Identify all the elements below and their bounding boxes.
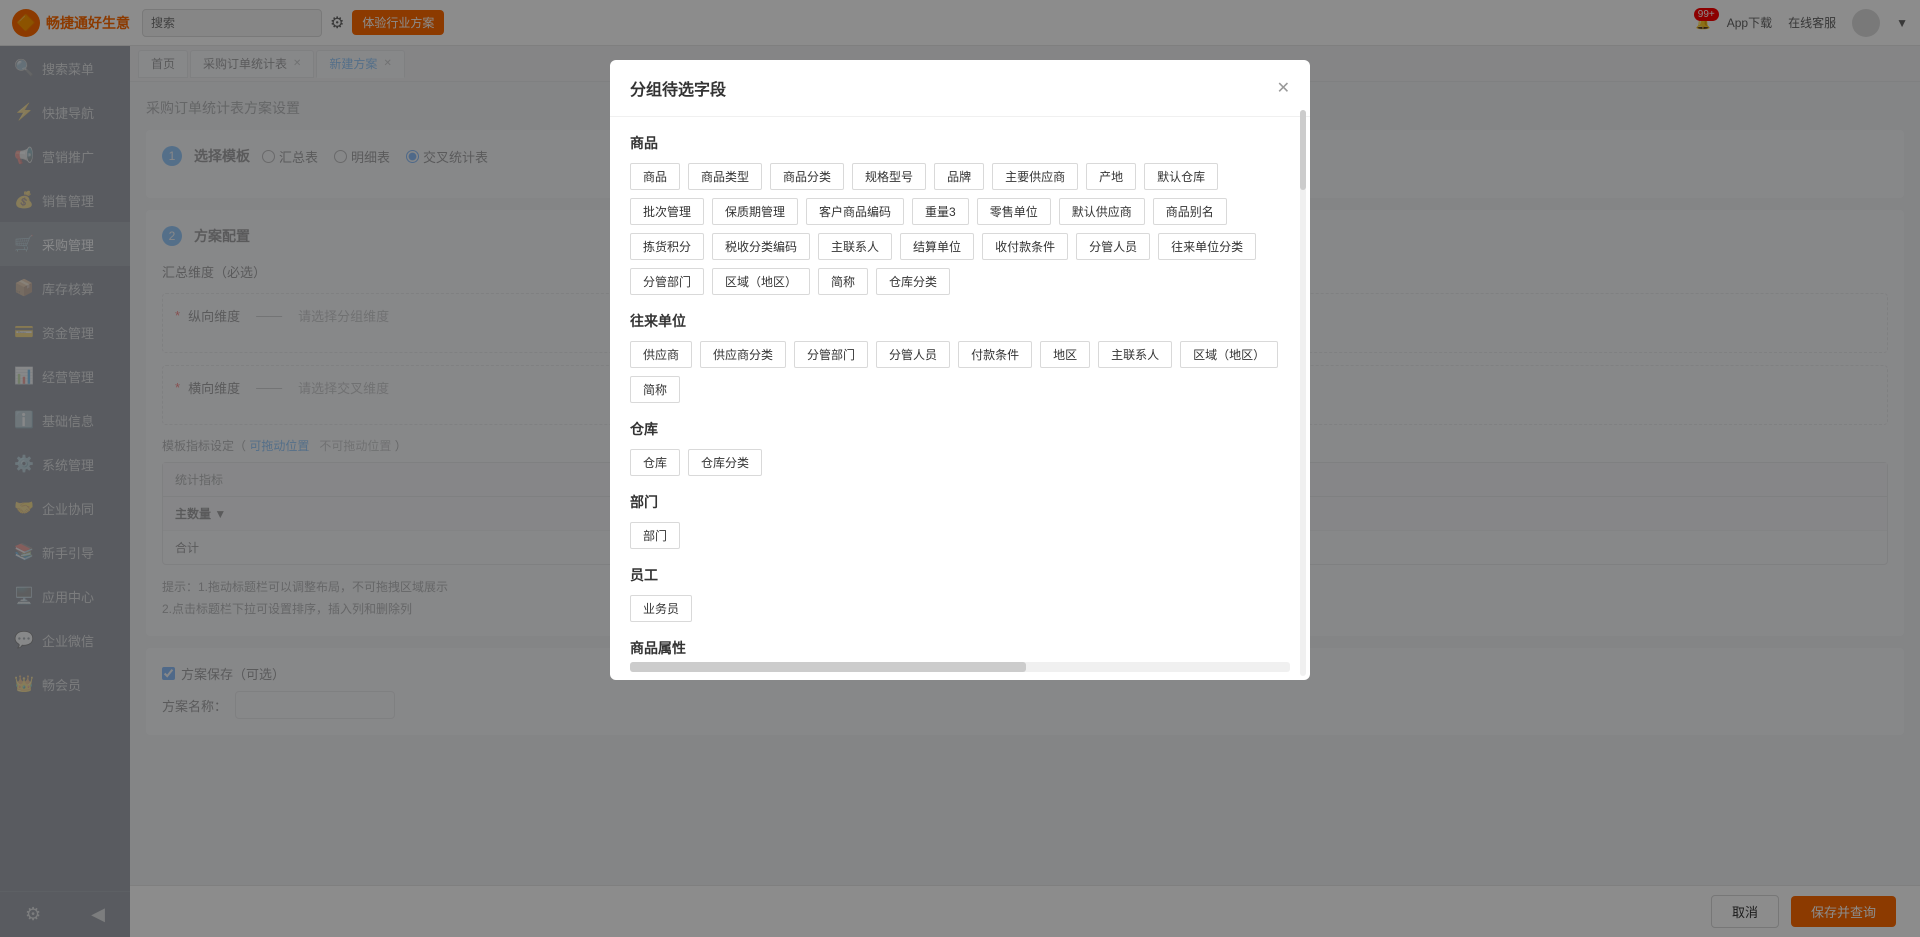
tag-chip-4-0[interactable]: 业务员	[630, 595, 692, 622]
tag-chip-0-25[interactable]: 仓库分类	[876, 268, 950, 295]
tag-chip-0-9[interactable]: 保质期管理	[712, 198, 798, 225]
tag-chip-3-0[interactable]: 部门	[630, 522, 680, 549]
tag-chip-1-3[interactable]: 分管人员	[876, 341, 950, 368]
tag-chip-1-1[interactable]: 供应商分类	[700, 341, 786, 368]
tag-chip-1-7[interactable]: 区域（地区）	[1180, 341, 1278, 368]
section-tags-4: 业务员	[630, 595, 1290, 622]
modal-body: 商品商品商品类型商品分类规格型号品牌主要供应商产地默认仓库批次管理保质期管理客户…	[610, 117, 1310, 662]
tag-chip-0-21[interactable]: 往来单位分类	[1158, 233, 1256, 260]
tag-chip-0-6[interactable]: 产地	[1086, 163, 1136, 190]
tag-chip-0-17[interactable]: 主联系人	[818, 233, 892, 260]
modal-vertical-scrollbar[interactable]	[1300, 110, 1306, 676]
tag-chip-0-5[interactable]: 主要供应商	[992, 163, 1078, 190]
tag-chip-0-3[interactable]: 规格型号	[852, 163, 926, 190]
section-title-3: 部门	[630, 492, 1290, 512]
tag-chip-0-18[interactable]: 结算单位	[900, 233, 974, 260]
modal-vscroll-thumb	[1300, 110, 1306, 190]
tag-chip-0-2[interactable]: 商品分类	[770, 163, 844, 190]
tag-chip-0-24[interactable]: 简称	[818, 268, 868, 295]
tag-chip-1-6[interactable]: 主联系人	[1098, 341, 1172, 368]
modal-overlay: 分组待选字段 ✕ 商品商品商品类型商品分类规格型号品牌主要供应商产地默认仓库批次…	[0, 0, 1920, 937]
tag-chip-0-8[interactable]: 批次管理	[630, 198, 704, 225]
tag-chip-2-1[interactable]: 仓库分类	[688, 449, 762, 476]
section-title-1: 往来单位	[630, 311, 1290, 331]
tag-chip-0-15[interactable]: 拣货积分	[630, 233, 704, 260]
modal-dialog: 分组待选字段 ✕ 商品商品商品类型商品分类规格型号品牌主要供应商产地默认仓库批次…	[610, 60, 1310, 680]
section-title-4: 员工	[630, 565, 1290, 585]
tag-chip-0-19[interactable]: 收付款条件	[982, 233, 1068, 260]
tag-chip-0-20[interactable]: 分管人员	[1076, 233, 1150, 260]
tag-chip-1-2[interactable]: 分管部门	[794, 341, 868, 368]
tag-chip-0-14[interactable]: 商品别名	[1153, 198, 1227, 225]
tag-chip-1-4[interactable]: 付款条件	[958, 341, 1032, 368]
modal-close-button[interactable]: ✕	[1277, 78, 1290, 98]
tag-chip-0-10[interactable]: 客户商品编码	[806, 198, 904, 225]
modal-header: 分组待选字段 ✕	[610, 60, 1310, 117]
section-tags-0: 商品商品类型商品分类规格型号品牌主要供应商产地默认仓库批次管理保质期管理客户商品…	[630, 163, 1290, 295]
tag-chip-0-1[interactable]: 商品类型	[688, 163, 762, 190]
tag-chip-1-5[interactable]: 地区	[1040, 341, 1090, 368]
tag-chip-0-7[interactable]: 默认仓库	[1144, 163, 1218, 190]
tag-chip-1-8[interactable]: 简称	[630, 376, 680, 403]
tag-chip-1-0[interactable]: 供应商	[630, 341, 692, 368]
section-tags-1: 供应商供应商分类分管部门分管人员付款条件地区主联系人区域（地区） 简称	[630, 341, 1290, 403]
tag-chip-0-0[interactable]: 商品	[630, 163, 680, 190]
section-tags-3: 部门	[630, 522, 1290, 549]
tag-chip-0-16[interactable]: 税收分类编码	[712, 233, 810, 260]
modal-hscroll-thumb	[630, 662, 1026, 672]
section-title-2: 仓库	[630, 419, 1290, 439]
section-title-0: 商品	[630, 133, 1290, 153]
modal-title: 分组待选字段	[630, 76, 726, 100]
tag-chip-0-4[interactable]: 品牌	[934, 163, 984, 190]
section-title-5: 商品属性	[630, 638, 1290, 658]
tag-chip-0-22[interactable]: 分管部门	[630, 268, 704, 295]
tag-chip-0-11[interactable]: 重量3	[912, 198, 969, 225]
section-tags-2: 仓库仓库分类	[630, 449, 1290, 476]
modal-horizontal-scrollbar[interactable]	[630, 662, 1290, 672]
tag-chip-0-23[interactable]: 区域（地区）	[712, 268, 810, 295]
tag-chip-0-13[interactable]: 默认供应商	[1059, 198, 1145, 225]
tag-chip-2-0[interactable]: 仓库	[630, 449, 680, 476]
tag-chip-0-12[interactable]: 零售单位	[977, 198, 1051, 225]
